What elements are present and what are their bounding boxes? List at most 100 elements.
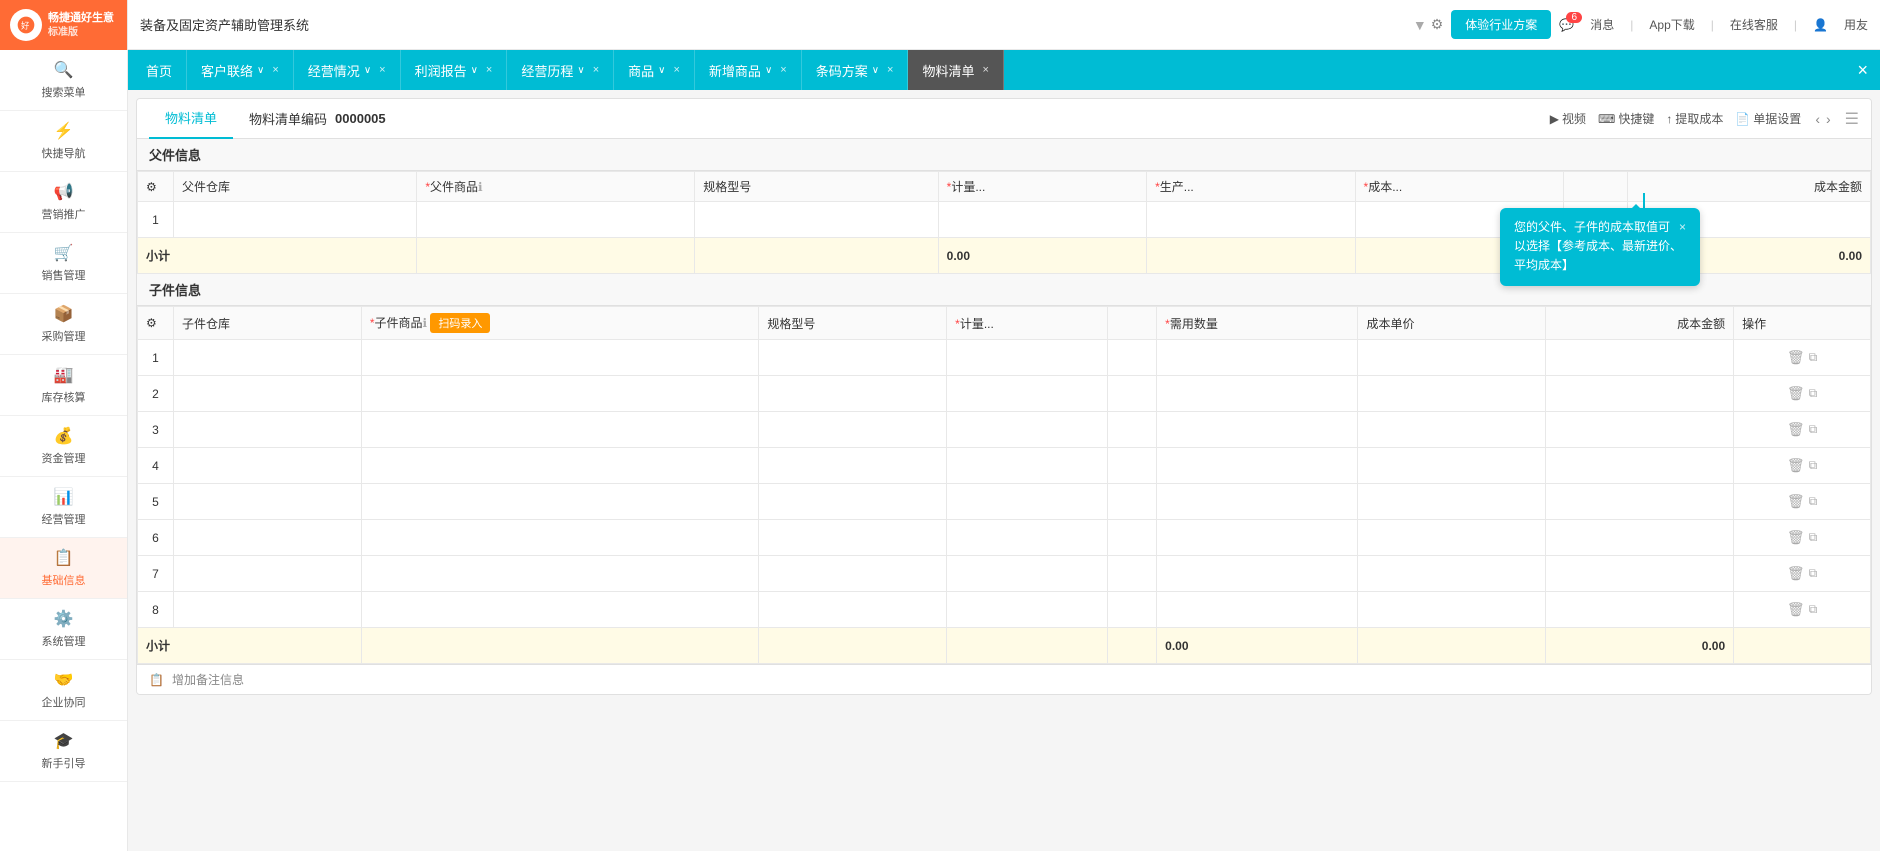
tab-new-goods-close[interactable]: × (780, 64, 786, 76)
sub-tab-bom-list[interactable]: 物料清单 (149, 99, 233, 139)
sidebar-item-operations-mgr[interactable]: 📊 经营管理 (0, 477, 127, 538)
delete-icon-row-1[interactable]: 🗑 (1787, 349, 1805, 366)
tab-home[interactable]: 首页 (132, 50, 187, 90)
delete-icon-row-3[interactable]: 🗑 (1787, 421, 1805, 438)
bottom-hint[interactable]: 📋 增加备注信息 (137, 664, 1871, 694)
child-row-7-warehouse[interactable] (174, 556, 362, 592)
sidebar-item-guide[interactable]: 🎓 新手引导 (0, 721, 127, 782)
copy-icon-row-2[interactable]: ⧉ (1809, 386, 1818, 401)
parent-row-1-spec[interactable] (695, 202, 938, 238)
tab-new-goods[interactable]: 新增商品 ∨ × (695, 50, 802, 90)
child-row-7-needed-qty[interactable] (1157, 556, 1358, 592)
child-row-3-warehouse[interactable] (174, 412, 362, 448)
child-row-6-spec[interactable] (759, 520, 947, 556)
child-row-3-qty-unit[interactable] (947, 412, 1108, 448)
child-row-2-needed-qty[interactable] (1157, 376, 1358, 412)
child-row-6-warehouse[interactable] (174, 520, 362, 556)
child-row-1-qty-unit[interactable] (947, 340, 1108, 376)
child-row-4-unit-cost[interactable] (1358, 448, 1546, 484)
sidebar-item-system[interactable]: ⚙️ 系统管理 (0, 599, 127, 660)
child-row-5-warehouse[interactable] (174, 484, 362, 520)
parent-row-1-goods[interactable] (417, 202, 695, 238)
child-row-2-warehouse[interactable] (174, 376, 362, 412)
view-action[interactable]: ▶ 视频 (1550, 110, 1586, 127)
child-row-6-goods[interactable] (361, 520, 759, 556)
delete-icon-row-5[interactable]: 🗑 (1787, 493, 1805, 510)
tab-goods-close[interactable]: × (673, 64, 679, 76)
parent-row-1-production[interactable] (1147, 202, 1355, 238)
tab-barcode[interactable]: 条码方案 ∨ × (802, 50, 909, 90)
copy-icon-row-1[interactable]: ⧉ (1809, 350, 1818, 365)
tab-operations[interactable]: 经营情况 ∨ × (294, 50, 401, 90)
online-support[interactable]: 在线客服 (1730, 16, 1778, 33)
prev-arrow-icon[interactable]: ‹ (1813, 111, 1822, 127)
message-label[interactable]: 消息 (1590, 16, 1614, 33)
child-row-2-qty-unit[interactable] (947, 376, 1108, 412)
settings-icon[interactable]: ⚙ (1431, 16, 1444, 33)
child-row-1-spec[interactable] (759, 340, 947, 376)
child-row-2-goods[interactable] (361, 376, 759, 412)
child-row-7-unit-cost[interactable] (1358, 556, 1546, 592)
settings-gear-icon[interactable]: ⚙ (146, 180, 157, 194)
delete-icon-row-2[interactable]: 🗑 (1787, 385, 1805, 402)
child-row-6-needed-qty[interactable] (1157, 520, 1358, 556)
child-row-4-needed-qty[interactable] (1157, 448, 1358, 484)
tab-barcode-close[interactable]: × (887, 64, 893, 76)
sidebar-item-inventory[interactable]: 🏭 库存核算 (0, 355, 127, 416)
tab-goods[interactable]: 商品 ∨ × (614, 50, 695, 90)
copy-icon-row-5[interactable]: ⧉ (1809, 494, 1818, 509)
delete-icon-row-7[interactable]: 🗑 (1787, 565, 1805, 582)
child-row-8-needed-qty[interactable] (1157, 592, 1358, 628)
next-arrow-icon[interactable]: › (1824, 111, 1833, 127)
parent-row-1-qty[interactable] (938, 202, 1146, 238)
child-row-1-goods[interactable] (361, 340, 759, 376)
tab-customers-close[interactable]: × (272, 64, 278, 76)
child-row-2-unit-cost[interactable] (1358, 376, 1546, 412)
sidebar-item-enterprise[interactable]: 🤝 企业协同 (0, 660, 127, 721)
child-row-1-needed-qty[interactable] (1157, 340, 1358, 376)
child-row-5-spec[interactable] (759, 484, 947, 520)
tab-bom-close[interactable]: × (983, 64, 989, 76)
single-settings-action[interactable]: 📄 单据设置 (1735, 110, 1801, 127)
dropdown-arrow-icon[interactable]: ▼ (1413, 17, 1427, 33)
tab-close-all-icon[interactable]: × (1857, 60, 1868, 81)
copy-icon-row-3[interactable]: ⧉ (1809, 422, 1818, 437)
delete-icon-row-8[interactable]: 🗑 (1787, 601, 1805, 618)
child-row-3-unit-cost[interactable] (1358, 412, 1546, 448)
tab-history[interactable]: 经营历程 ∨ × (507, 50, 614, 90)
sidebar-item-quick-nav[interactable]: ⚡ 快捷导航 (0, 111, 127, 172)
tooltip-close-button[interactable]: × (1679, 218, 1686, 237)
experience-button[interactable]: 体验行业方案 (1451, 10, 1551, 39)
sidebar-item-finance[interactable]: 💰 资金管理 (0, 416, 127, 477)
extract-cost-action[interactable]: ↑ 提取成本 (1666, 110, 1723, 127)
tab-operations-close[interactable]: × (379, 64, 385, 76)
child-settings-gear-icon[interactable]: ⚙ (146, 316, 157, 330)
child-row-8-warehouse[interactable] (174, 592, 362, 628)
child-row-1-warehouse[interactable] (174, 340, 362, 376)
child-row-7-qty-unit[interactable] (947, 556, 1108, 592)
sidebar-item-marketing[interactable]: 📢 营销推广 (0, 172, 127, 233)
copy-icon-row-4[interactable]: ⧉ (1809, 458, 1818, 473)
child-row-5-unit-cost[interactable] (1358, 484, 1546, 520)
child-row-8-qty-unit[interactable] (947, 592, 1108, 628)
child-row-6-unit-cost[interactable] (1358, 520, 1546, 556)
scan-button[interactable]: 扫码录入 (430, 313, 490, 333)
user-name[interactable]: 用友 (1844, 16, 1868, 33)
parent-row-1-warehouse[interactable] (174, 202, 417, 238)
tab-customers[interactable]: 客户联络 ∨ × (187, 50, 294, 90)
sidebar-item-sales[interactable]: 🛒 销售管理 (0, 233, 127, 294)
tab-bom[interactable]: 物料清单 × (908, 50, 1003, 90)
child-row-8-unit-cost[interactable] (1358, 592, 1546, 628)
tab-profit-close[interactable]: × (486, 64, 492, 76)
copy-icon-row-6[interactable]: ⧉ (1809, 530, 1818, 545)
sidebar-item-basic-info[interactable]: 📋 基础信息 (0, 538, 127, 599)
child-row-4-warehouse[interactable] (174, 448, 362, 484)
child-row-3-spec[interactable] (759, 412, 947, 448)
child-row-5-qty-unit[interactable] (947, 484, 1108, 520)
child-row-7-spec[interactable] (759, 556, 947, 592)
child-row-5-needed-qty[interactable] (1157, 484, 1358, 520)
child-row-1-unit-cost[interactable] (1358, 340, 1546, 376)
copy-icon-row-7[interactable]: ⧉ (1809, 566, 1818, 581)
child-row-7-goods[interactable] (361, 556, 759, 592)
shortcut-action[interactable]: ⌨ 快捷键 (1598, 110, 1654, 127)
